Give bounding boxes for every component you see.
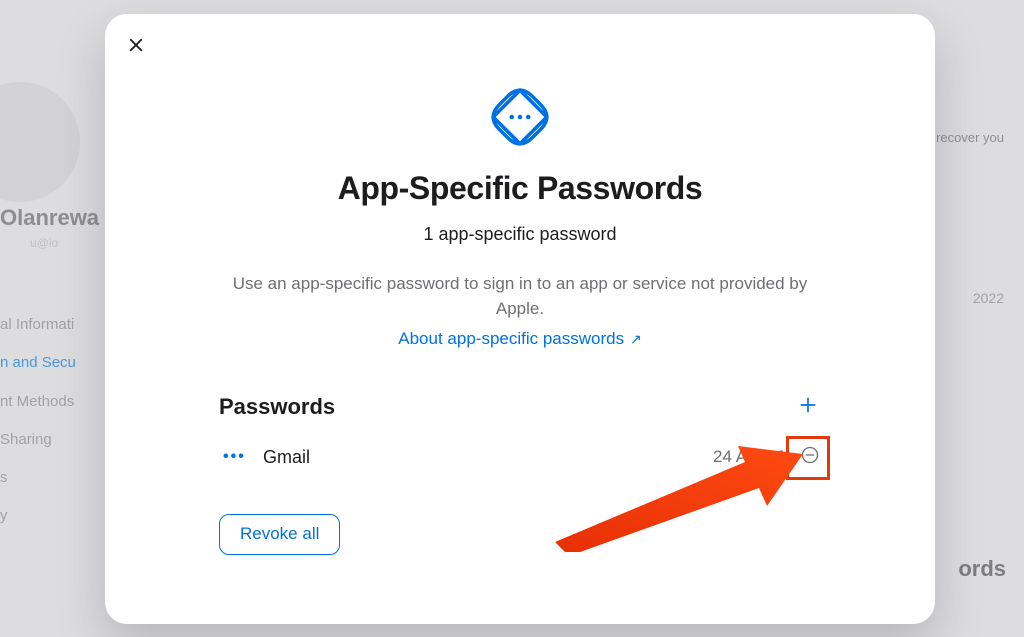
modal-subtitle: 1 app-specific password bbox=[105, 224, 935, 245]
passwords-header: Passwords bbox=[219, 394, 821, 434]
close-button[interactable] bbox=[127, 36, 151, 60]
plus-icon bbox=[798, 395, 818, 420]
modal-description-block: Use an app-specific password to sign in … bbox=[220, 272, 820, 352]
password-row[interactable]: ••• Gmail 24 Apr 2024 bbox=[219, 434, 821, 480]
passwords-section: Passwords ••• Gmail 24 Apr 2024 bbox=[219, 394, 821, 555]
remove-password-button[interactable] bbox=[799, 446, 821, 468]
revoke-all-button[interactable]: Revoke all bbox=[219, 514, 340, 555]
password-icon: ••• bbox=[223, 448, 249, 466]
modal-description: Use an app-specific password to sign in … bbox=[233, 274, 808, 318]
app-specific-passwords-modal: App-Specific Passwords 1 app-specific pa… bbox=[105, 14, 935, 624]
app-passwords-hero-icon bbox=[487, 84, 553, 150]
password-date: 24 Apr 2024 bbox=[713, 447, 783, 467]
close-icon bbox=[127, 36, 151, 54]
modal-title: App-Specific Passwords bbox=[105, 170, 935, 207]
passwords-section-title: Passwords bbox=[219, 394, 335, 420]
add-password-button[interactable] bbox=[795, 394, 821, 420]
minus-circle-icon bbox=[800, 445, 820, 470]
learn-more-link[interactable]: About app-specific passwords ↗ bbox=[220, 327, 820, 352]
external-link-icon: ↗ bbox=[626, 331, 642, 347]
learn-more-text: About app-specific passwords bbox=[398, 329, 624, 348]
password-name: Gmail bbox=[263, 447, 310, 468]
